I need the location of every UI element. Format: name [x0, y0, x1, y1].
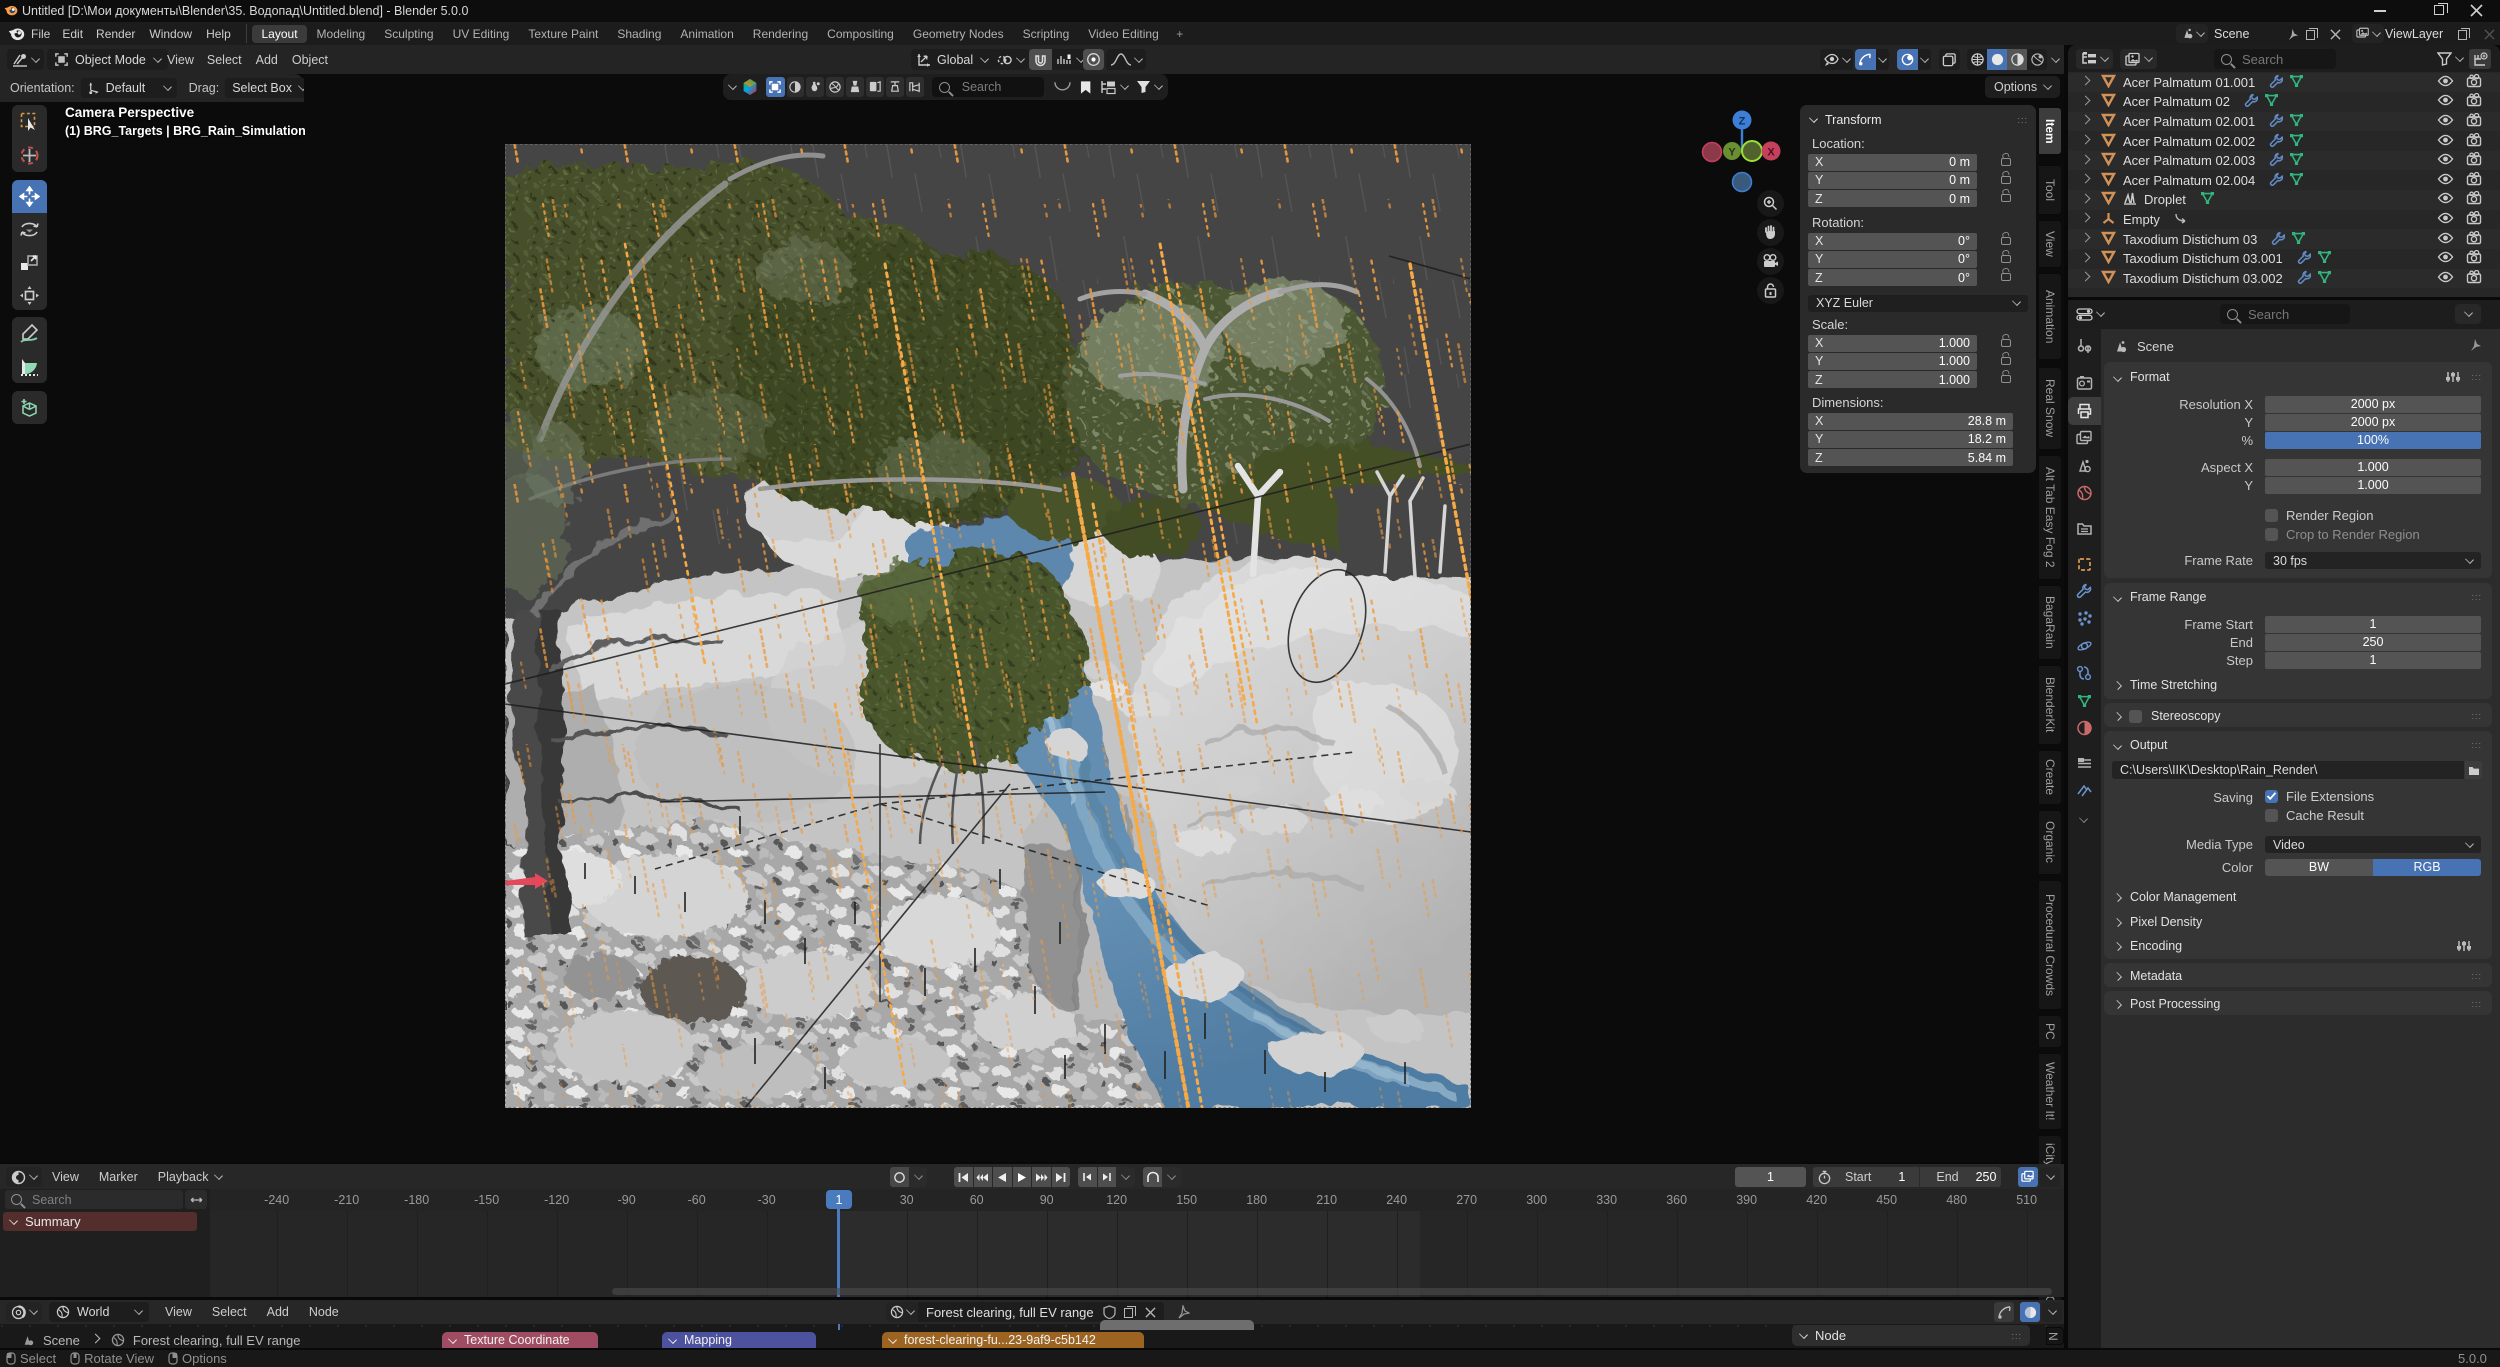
svg-text:Z: Z	[1739, 116, 1746, 128]
svg-text:Y: Y	[1728, 147, 1736, 159]
svg-text:X: X	[1767, 147, 1775, 159]
